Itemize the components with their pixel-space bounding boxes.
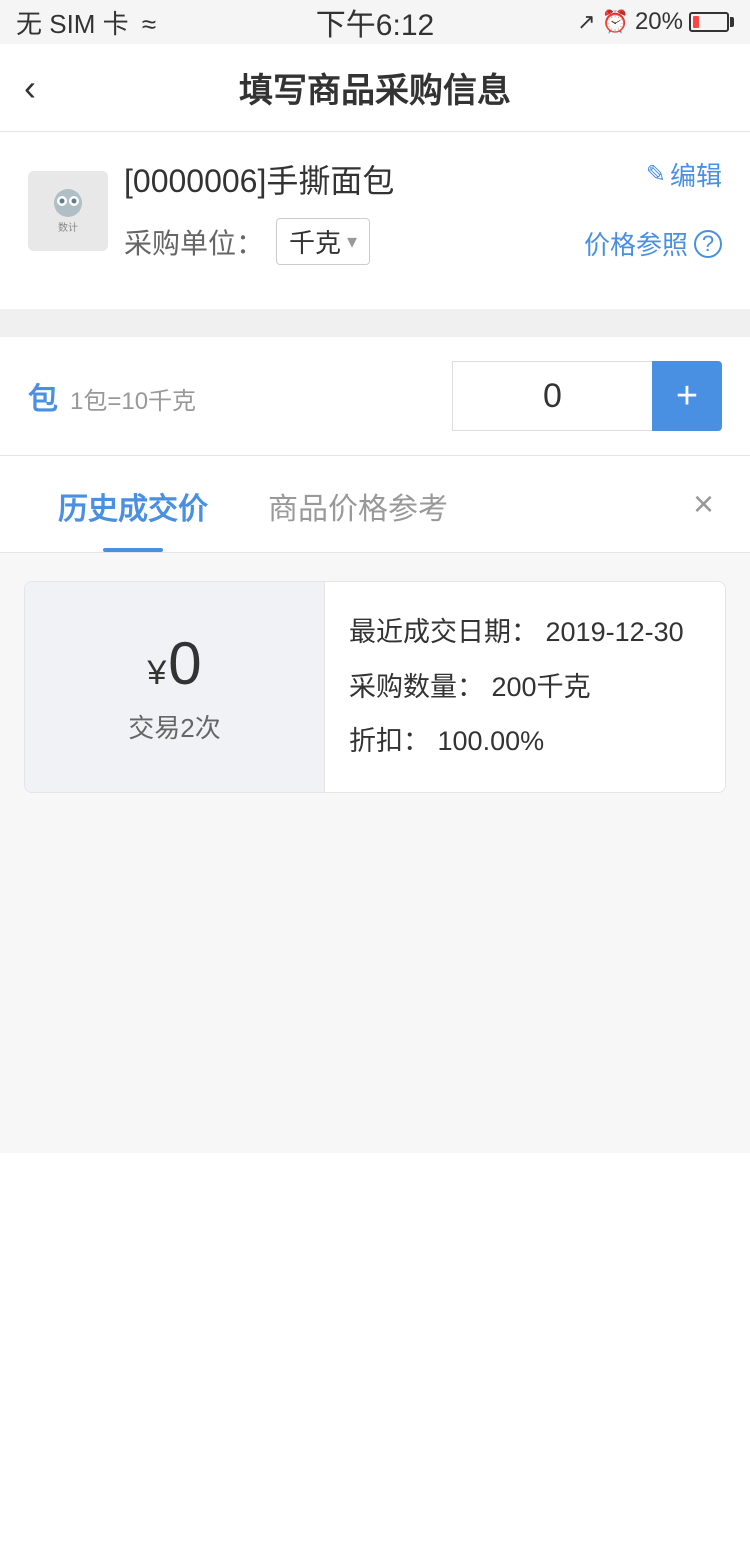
product-header: 数计 [0000006]手撕面包 采购单位： 千克 ▾ ✎ 编辑	[28, 156, 722, 265]
product-info: [0000006]手撕面包 采购单位： 千克 ▾	[124, 156, 394, 265]
tabs-header: 历史成交价 商品价格参考 ×	[0, 456, 750, 553]
unit-label: 采购单位：	[124, 222, 264, 262]
nav-bar: ‹ 填写商品采购信息	[0, 44, 750, 132]
product-name: [0000006]手撕面包	[124, 156, 394, 202]
quantity-unit: 包	[28, 374, 58, 418]
tab-product-price-ref[interactable]: 商品价格参考	[238, 456, 478, 552]
product-right-col: ✎ 编辑 价格参照 ?	[584, 156, 722, 262]
edit-icon: ✎	[646, 160, 666, 189]
tabs-section: 历史成交价 商品价格参考 × ¥ 0 交易2次 最近成交日期： 2019-12-…	[0, 455, 750, 1153]
history-card: ¥ 0 交易2次 最近成交日期： 2019-12-30 采购数量： 200千克 …	[24, 581, 726, 793]
chevron-down-icon: ▾	[347, 229, 357, 254]
currency-symbol: ¥	[147, 654, 166, 693]
quantity-label: 采购数量：	[349, 672, 484, 702]
history-price: ¥ 0	[147, 629, 201, 698]
battery-percent: 20%	[635, 8, 683, 36]
product-unit-row: 采购单位： 千克 ▾	[124, 218, 394, 265]
quantity-input-row: 0 +	[452, 361, 722, 431]
edit-button[interactable]: ✎ 编辑	[646, 156, 722, 193]
location-icon: ↗	[577, 9, 595, 35]
tabs-items: 历史成交价 商品价格参考	[28, 456, 478, 552]
status-sim-wifi: 无 SIM 卡 ≈	[16, 4, 156, 41]
close-button[interactable]: ×	[685, 475, 722, 533]
price-ref-button[interactable]: 价格参照 ?	[584, 225, 722, 262]
discount-value: 100.00%	[438, 726, 545, 756]
price-value: 0	[168, 629, 201, 698]
tab-content: ¥ 0 交易2次 最近成交日期： 2019-12-30 采购数量： 200千克 …	[0, 553, 750, 1153]
quantity-row: 采购数量： 200千克	[349, 667, 701, 708]
status-right-group: ↗ ⏰ 20%	[577, 8, 734, 36]
quantity-section: 包 1包=10千克 0 +	[0, 337, 750, 455]
discount-row: 折扣： 100.00%	[349, 721, 701, 762]
recent-date-value: 2019-12-30	[546, 617, 684, 647]
wifi-icon: ≈	[142, 9, 156, 39]
help-icon: ?	[694, 230, 722, 258]
quantity-left: 包 1包=10千克	[28, 374, 196, 418]
section-divider	[0, 327, 750, 337]
svg-text:数计: 数计	[58, 221, 78, 234]
battery-icon	[689, 12, 734, 32]
unit-select[interactable]: 千克 ▾	[276, 218, 370, 265]
quantity-conversion: 1包=10千克	[70, 381, 196, 416]
bottom-fill	[0, 1153, 750, 1553]
product-left: 数计 [0000006]手撕面包 采购单位： 千克 ▾	[28, 156, 394, 265]
page-title: 填写商品采购信息	[239, 63, 511, 112]
history-right-panel: 最近成交日期： 2019-12-30 采购数量： 200千克 折扣： 100.0…	[325, 582, 725, 792]
trade-count: 交易2次	[128, 708, 220, 745]
history-left-panel: ¥ 0 交易2次	[25, 582, 325, 792]
product-section: 数计 [0000006]手撕面包 采购单位： 千克 ▾ ✎ 编辑	[0, 132, 750, 309]
product-image: 数计	[28, 171, 108, 251]
recent-date-row: 最近成交日期： 2019-12-30	[349, 612, 701, 653]
quantity-value: 0	[543, 377, 562, 416]
tab-history-price[interactable]: 历史成交价	[28, 456, 238, 552]
plus-icon: +	[676, 375, 698, 418]
quantity-plus-button[interactable]: +	[652, 361, 722, 431]
status-bar: 无 SIM 卡 ≈ 下午6:12 ↗ ⏰ 20%	[0, 0, 750, 44]
back-button[interactable]: ‹	[24, 67, 36, 109]
quantity-detail-value: 200千克	[492, 672, 591, 702]
quantity-input[interactable]: 0	[452, 361, 652, 431]
unit-value: 千克	[289, 223, 341, 260]
recent-date-label: 最近成交日期：	[349, 617, 538, 647]
status-time: 下午6:12	[316, 0, 434, 44]
alarm-icon: ⏰	[602, 9, 629, 35]
discount-label: 折扣：	[349, 726, 430, 756]
sim-text: 无 SIM 卡	[16, 9, 129, 39]
